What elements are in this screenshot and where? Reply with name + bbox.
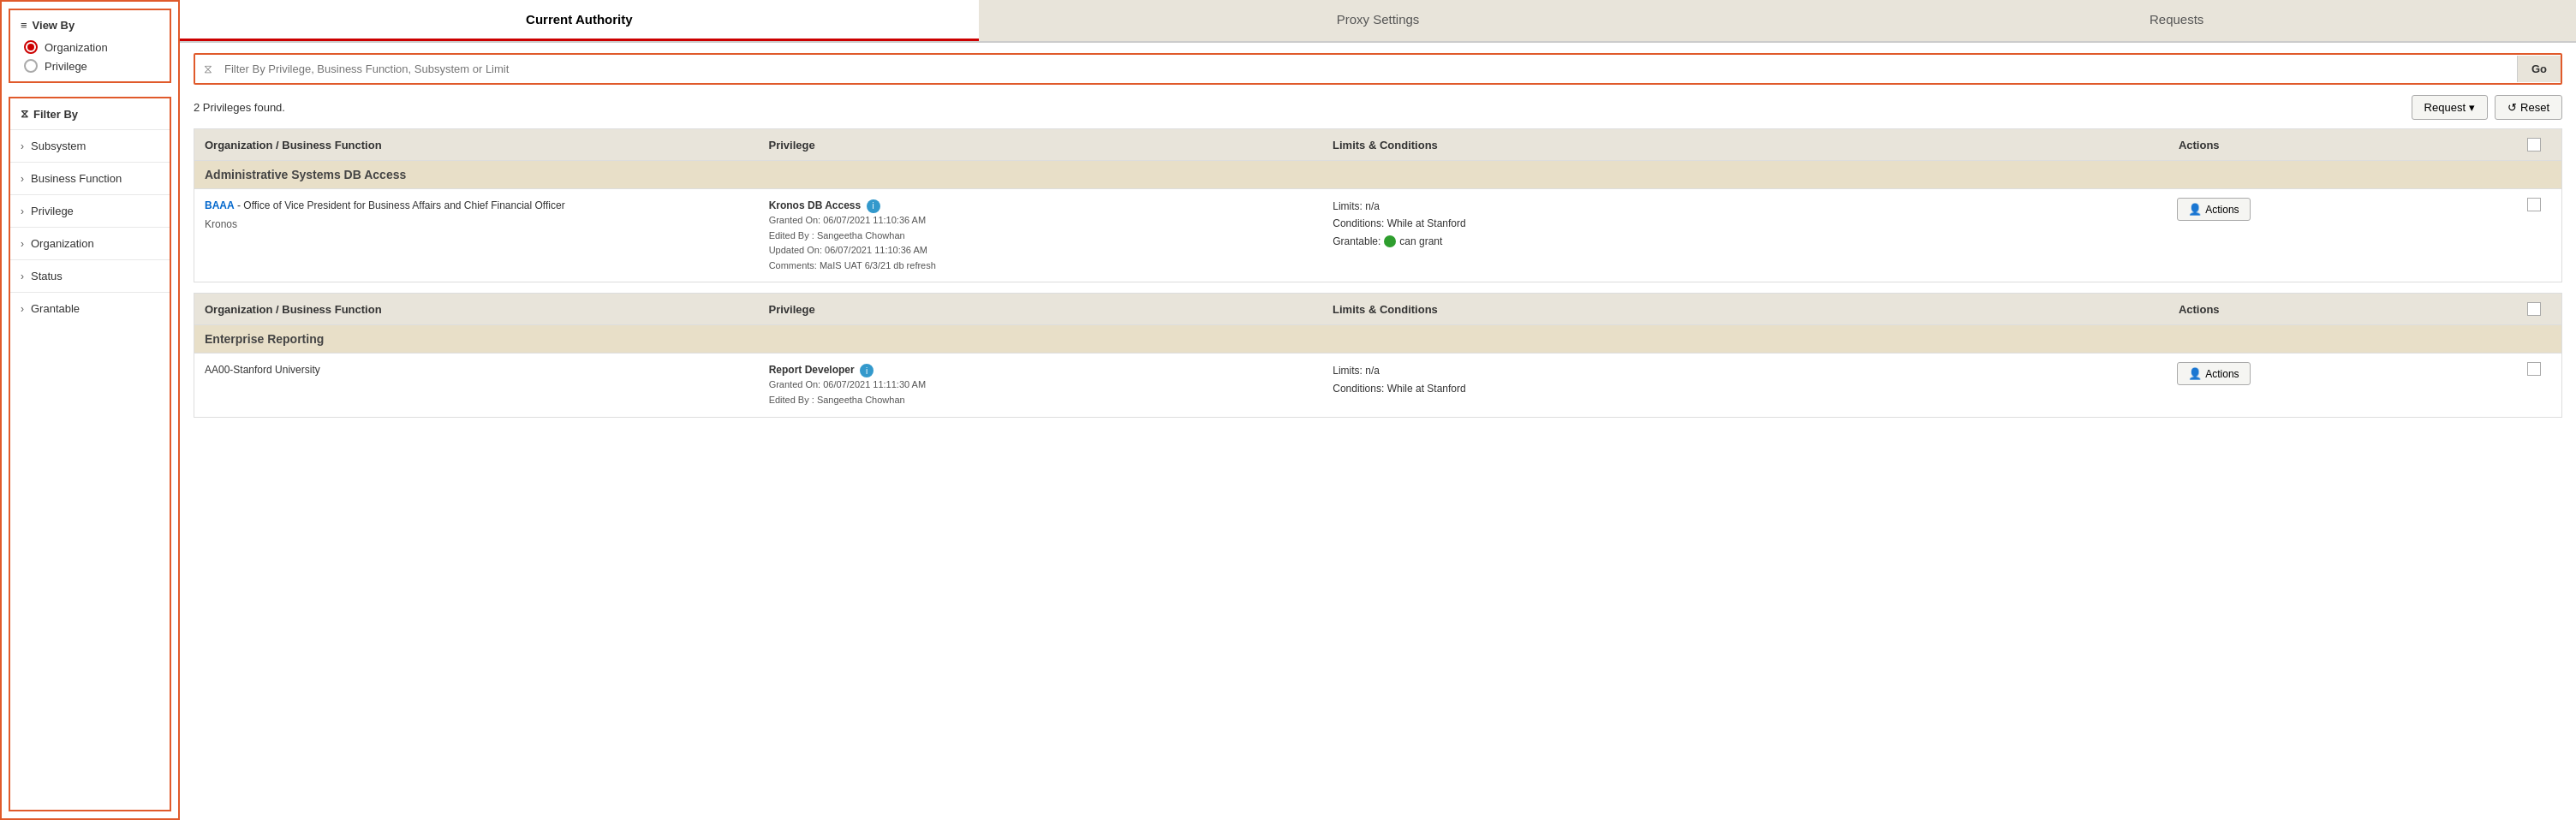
sidebar-item-status[interactable]: › Status (10, 260, 170, 293)
go-button[interactable]: Go (2517, 56, 2561, 82)
col-header-privilege: Privilege (769, 139, 1333, 152)
cell-limits-2: Limits: n/a Conditions: While at Stanfor… (1333, 362, 2174, 397)
privilege-edited-1: Edited By : Sangeetha Chowhan (769, 229, 1330, 244)
privilege-info-icon-2[interactable]: i (860, 364, 874, 377)
chevron-business-function-icon: › (21, 173, 24, 185)
cell-limits-1: Limits: n/a Conditions: While at Stanfor… (1333, 198, 2174, 250)
conditions-value-1: Conditions: While at Stanford (1333, 215, 2174, 232)
subsystem-kronos: Kronos (205, 217, 766, 232)
sidebar-item-grantable[interactable]: › Grantable (10, 293, 170, 324)
row-checkbox-1[interactable] (2527, 198, 2541, 211)
radio-privilege[interactable]: Privilege (24, 59, 159, 73)
sidebar-item-subsystem[interactable]: › Subsystem (10, 130, 170, 163)
radio-label-organization: Organization (45, 41, 108, 54)
tab-bar: Current Authority Proxy Settings Request… (180, 0, 2576, 43)
col-header-checkbox-2 (2517, 302, 2551, 316)
cell-actions-2: 👤 Actions (2177, 362, 2513, 385)
privilege-granted-1: Granted On: 06/07/2021 11:10:36 AM (769, 213, 1330, 229)
col-header-checkbox (2517, 138, 2551, 152)
col-header-limits-2: Limits & Conditions (1333, 303, 2179, 316)
grantable-1: Grantable: can grant (1333, 233, 2174, 250)
chevron-privilege-icon: › (21, 205, 24, 217)
cell-org-2: AA00-Stanford University (205, 362, 766, 377)
privilege-updated-1: Updated On: 06/07/2021 11:10:36 AM (769, 243, 1330, 258)
hamburger-icon: ≡ (21, 19, 27, 32)
sidebar-item-business-function[interactable]: › Business Function (10, 163, 170, 195)
row-checkbox-2[interactable] (2527, 362, 2541, 376)
radio-circle-privilege (24, 59, 38, 73)
filter-search-bar: ⧖ Go (194, 53, 2562, 85)
tab-requests[interactable]: Requests (1777, 0, 2576, 41)
cell-privilege-1: Kronos DB Access i Granted On: 06/07/202… (769, 198, 1330, 273)
radio-organization[interactable]: Organization (24, 40, 159, 54)
request-button[interactable]: Request ▾ (2412, 95, 2488, 120)
filter-search-icon: ⧖ (195, 55, 221, 83)
filter-by-header: ⧖ Filter By (10, 98, 170, 130)
content-area: ⧖ Go 2 Privileges found. Request ▾ ↺ Res… (180, 43, 2576, 820)
reset-button[interactable]: ↺ Reset (2495, 95, 2562, 120)
cell-actions-1: 👤 Actions (2177, 198, 2513, 221)
cell-checkbox-1 (2517, 198, 2551, 211)
table-row: BAAA - Office of Vice President for Busi… (194, 189, 2562, 282)
tab-current-authority[interactable]: Current Authority (180, 0, 979, 41)
privilege-info-icon-1[interactable]: i (867, 199, 880, 213)
limits-value-1: Limits: n/a (1333, 198, 2174, 215)
results-count: 2 Privileges found. (194, 101, 285, 114)
chevron-status-icon: › (21, 270, 24, 282)
privilege-comments-1: Comments: MaIS UAT 6/3/21 db refresh (769, 258, 1330, 274)
view-by-title: ≡ View By (21, 19, 159, 32)
privilege-name-1: Kronos DB Access (769, 199, 862, 211)
view-by-options: Organization Privilege (21, 40, 159, 73)
privilege-edited-2: Edited By : Sangeetha Chowhan (769, 393, 1330, 408)
sidebar: ≡ View By Organization Privilege ⧖ Filte… (0, 0, 180, 820)
filter-search-input[interactable] (221, 56, 2517, 82)
col-header-privilege-2: Privilege (769, 303, 1333, 316)
cell-privilege-2: Report Developer i Granted On: 06/07/202… (769, 362, 1330, 407)
col-header-org-2: Organization / Business Function (205, 303, 769, 316)
limits-value-2: Limits: n/a (1333, 362, 2174, 379)
select-all-checkbox[interactable] (2527, 138, 2541, 152)
section-admin-db: Administrative Systems DB Access (194, 161, 2562, 189)
org-link-baaa[interactable]: BAAA (205, 199, 235, 211)
reset-icon: ↺ (2507, 101, 2517, 114)
actions-button-1[interactable]: 👤 Actions (2177, 198, 2250, 221)
actions-button-2[interactable]: 👤 Actions (2177, 362, 2250, 385)
table-header-row-2: Organization / Business Function Privile… (194, 293, 2562, 325)
results-actions: Request ▾ ↺ Reset (2412, 95, 2562, 120)
green-check-icon-1 (1384, 235, 1396, 247)
person-icon-1: 👤 (2188, 203, 2202, 216)
person-icon-2: 👤 (2188, 367, 2202, 380)
privilege-granted-2: Granted On: 06/07/2021 11:11:30 AM (769, 377, 1330, 393)
request-chevron-icon: ▾ (2469, 101, 2475, 114)
main-content: Current Authority Proxy Settings Request… (180, 0, 2576, 820)
chevron-subsystem-icon: › (21, 140, 24, 152)
privileges-table: Organization / Business Function Privile… (194, 128, 2562, 418)
table-header-row: Organization / Business Function Privile… (194, 128, 2562, 161)
privilege-name-2: Report Developer (769, 364, 855, 376)
select-all-checkbox-2[interactable] (2527, 302, 2541, 316)
chevron-grantable-icon: › (21, 303, 24, 315)
section-enterprise-reporting: Enterprise Reporting (194, 325, 2562, 354)
sidebar-item-privilege[interactable]: › Privilege (10, 195, 170, 228)
filter-header-icon: ⧖ (21, 107, 28, 121)
cell-org-1: BAAA - Office of Vice President for Busi… (205, 198, 766, 232)
filter-by-section: ⧖ Filter By › Subsystem › Business Funct… (9, 97, 171, 811)
conditions-value-2: Conditions: While at Stanford (1333, 380, 2174, 397)
radio-circle-organization (24, 40, 38, 54)
sidebar-item-organization[interactable]: › Organization (10, 228, 170, 260)
results-bar: 2 Privileges found. Request ▾ ↺ Reset (194, 95, 2562, 120)
col-header-org: Organization / Business Function (205, 139, 769, 152)
cell-checkbox-2 (2517, 362, 2551, 376)
col-header-actions: Actions (2179, 139, 2517, 152)
table-row-2: AA00-Stanford University Report Develope… (194, 354, 2562, 417)
radio-label-privilege: Privilege (45, 60, 87, 73)
tab-proxy-settings[interactable]: Proxy Settings (979, 0, 1778, 41)
view-by-section: ≡ View By Organization Privilege (9, 9, 171, 83)
col-header-limits: Limits & Conditions (1333, 139, 2179, 152)
chevron-organization-icon: › (21, 238, 24, 250)
col-header-actions-2: Actions (2179, 303, 2517, 316)
